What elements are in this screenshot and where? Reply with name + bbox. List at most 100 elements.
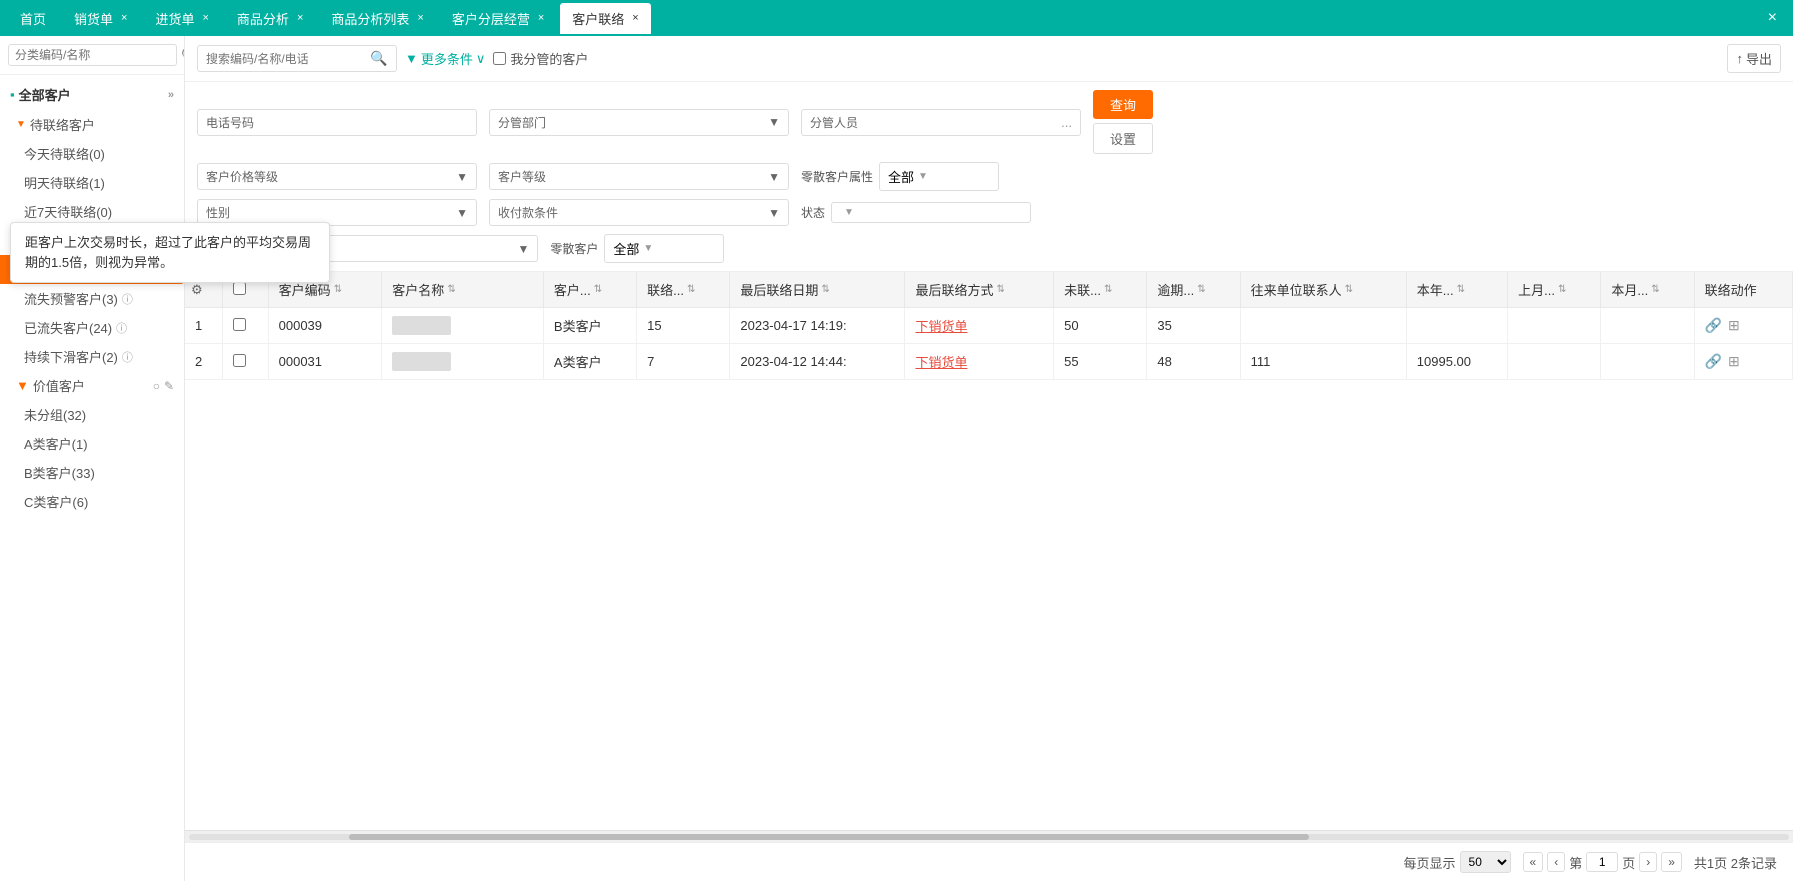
last-page-btn[interactable]: » — [1661, 852, 1682, 872]
th-last-date[interactable]: 最后联络日期 ⇅ — [730, 272, 905, 308]
cell-method-1[interactable]: 下销货单 — [905, 308, 1054, 344]
nav-close-customer-contact[interactable]: × — [632, 12, 638, 24]
sidebar-item-today[interactable]: 今天待联络(0) — [0, 139, 184, 168]
th-last-month[interactable]: 上月... ⇅ — [1508, 272, 1601, 308]
cell-action-2: 🔗 ⊞ — [1694, 344, 1792, 380]
sidebar-item-churned[interactable]: 已流失客户(24) ⓘ — [0, 313, 184, 342]
nav-customer-contact[interactable]: 客户联络 × — [560, 3, 650, 34]
th-name[interactable]: 客户名称 ⇅ — [382, 272, 544, 308]
th-current-month[interactable]: 本月... ⇅ — [1601, 272, 1694, 308]
dropdown-retail-attr[interactable]: 全部 ▼ — [879, 162, 999, 191]
nav-close-sales[interactable]: × — [121, 12, 127, 24]
th-action: 联络动作 — [1694, 272, 1792, 308]
sidebar-item-c-class[interactable]: C类客户(6) — [0, 487, 184, 516]
window-close-btn[interactable]: × — [1760, 5, 1785, 31]
th-company-contact[interactable]: 往来单位联系人 ⇅ — [1240, 272, 1406, 308]
filter-customer-grade[interactable]: 客户等级 ▼ — [489, 163, 789, 190]
manager-input[interactable] — [862, 115, 1057, 129]
nav-close-purchase[interactable]: × — [202, 12, 208, 24]
scroll-thumb[interactable] — [349, 834, 1309, 840]
th-overdue[interactable]: 逾期... ⇅ — [1147, 272, 1240, 308]
sidebar-value-customers-header[interactable]: ▼ 价值客户 ○ ✎ — [0, 371, 184, 400]
select-all-checkbox[interactable] — [233, 282, 246, 295]
nav-close-product-list[interactable]: × — [417, 12, 423, 24]
nav-sales[interactable]: 销货单 × — [62, 3, 139, 34]
sidebar-group-pending[interactable]: ▼ 待联络客户 — [0, 110, 184, 139]
th-current-year[interactable]: 本年... ⇅ — [1406, 272, 1507, 308]
more-conditions-btn[interactable]: ▼ 更多条件 ∨ — [405, 49, 485, 68]
sidebar-item-declining[interactable]: 持续下滑客户(2) ⓘ — [0, 342, 184, 371]
nav-home[interactable]: 首页 — [8, 3, 58, 34]
export-btn[interactable]: ↑ 导出 — [1727, 44, 1781, 73]
sort-icon-code[interactable]: ⇅ — [334, 284, 342, 295]
th-no-contact[interactable]: 未联... ⇅ — [1054, 272, 1147, 308]
settings-icon[interactable]: ⚙ — [191, 282, 203, 297]
sidebar-search-input[interactable] — [8, 44, 177, 66]
settings-btn[interactable]: 设置 — [1093, 123, 1153, 154]
filter-dept[interactable]: 分管部门 ▼ — [489, 109, 789, 136]
first-page-btn[interactable]: « — [1523, 852, 1544, 872]
search-input[interactable] — [206, 52, 366, 66]
sort-icon-overdue[interactable]: ⇅ — [1197, 284, 1205, 295]
phone-input[interactable] — [258, 115, 468, 129]
my-customers-checkbox[interactable] — [493, 52, 506, 65]
nav-customer-segment[interactable]: 客户分层经营 × — [440, 3, 556, 34]
cell-check-1[interactable] — [222, 308, 268, 344]
page-number-input[interactable] — [1586, 852, 1618, 872]
circle-icon[interactable]: ○ — [153, 379, 160, 393]
sort-icon-name[interactable]: ⇅ — [447, 284, 455, 295]
sort-icon-no-contact[interactable]: ⇅ — [1104, 284, 1112, 295]
sort-icon-company[interactable]: ⇅ — [1345, 284, 1353, 295]
grid-icon-2[interactable]: ⊞ — [1728, 353, 1740, 370]
nav-close-customer-segment[interactable]: × — [538, 12, 544, 24]
filter-manager[interactable]: 分管人员 ... — [801, 109, 1081, 136]
sort-icon-grade[interactable]: ⇅ — [594, 284, 602, 295]
sidebar-item-ungroup[interactable]: 未分组(32) — [0, 400, 184, 429]
sort-icon-year[interactable]: ⇅ — [1457, 284, 1465, 295]
dropdown-arrow-status: ▼ — [844, 207, 854, 218]
row1-checkbox[interactable] — [233, 318, 246, 331]
nav-purchase[interactable]: 进货单 × — [143, 3, 220, 34]
all-customers-header[interactable]: ▪ 全部客户 » — [0, 79, 184, 110]
cell-code-2: 000031 — [268, 344, 382, 380]
cell-method-2[interactable]: 下销货单 — [905, 344, 1054, 380]
sort-icon-method[interactable]: ⇅ — [996, 284, 1004, 295]
cell-check-2[interactable] — [222, 344, 268, 380]
avatar-2: ██ — [392, 352, 450, 371]
th-contact-count[interactable]: 联络... ⇅ — [637, 272, 730, 308]
nav-close-product-analysis[interactable]: × — [297, 12, 303, 24]
next-page-btn[interactable]: › — [1639, 852, 1657, 872]
filter-payment[interactable]: 收付款条件 ▼ — [489, 199, 789, 226]
search-icon[interactable]: 🔍 — [370, 50, 387, 67]
collapse-sidebar-icon[interactable]: » — [168, 89, 174, 101]
sort-icon-date[interactable]: ⇅ — [821, 284, 829, 295]
nav-product-list[interactable]: 商品分析列表 × — [319, 3, 435, 34]
dropdown-status[interactable]: ▼ — [831, 202, 1031, 223]
sidebar-item-churn-warning[interactable]: 流失预警客户(3) ⓘ — [0, 284, 184, 313]
link-icon-1[interactable]: 🔗 — [1705, 317, 1722, 334]
my-customers-checkbox-label[interactable]: 我分管的客户 — [493, 49, 588, 68]
th-last-method[interactable]: 最后联络方式 ⇅ — [905, 272, 1054, 308]
nav-product-analysis[interactable]: 商品分析 × — [225, 3, 315, 34]
row2-checkbox[interactable] — [233, 354, 246, 367]
sort-icon-contact[interactable]: ⇅ — [687, 284, 695, 295]
query-btn[interactable]: 查询 — [1093, 90, 1153, 119]
sort-icon-last-month[interactable]: ⇅ — [1558, 284, 1566, 295]
grid-icon-1[interactable]: ⊞ — [1728, 317, 1740, 334]
sidebar-item-a-class[interactable]: A类客户(1) — [0, 429, 184, 458]
table-area[interactable]: ⚙ 客户编码 ⇅ 客户名称 — [185, 272, 1793, 830]
filter-price-grade[interactable]: 客户价格等级 ▼ — [197, 163, 477, 190]
edit-icon[interactable]: ✎ — [164, 379, 174, 393]
sidebar-item-tomorrow[interactable]: 明天待联络(1) — [0, 168, 184, 197]
filter-phone[interactable]: 电话号码 — [197, 109, 477, 136]
dropdown-retail-customer[interactable]: 全部 ▼ — [604, 234, 724, 263]
prev-page-btn[interactable]: ‹ — [1547, 852, 1565, 872]
sort-icon-month[interactable]: ⇅ — [1651, 284, 1659, 295]
link-icon-2[interactable]: 🔗 — [1705, 353, 1722, 370]
ellipsis-icon[interactable]: ... — [1061, 115, 1072, 130]
th-grade[interactable]: 客户... ⇅ — [543, 272, 636, 308]
horizontal-scrollbar[interactable] — [185, 830, 1793, 842]
sidebar-item-b-class[interactable]: B类客户(33) — [0, 458, 184, 487]
page-size-dropdown[interactable]: 50 20 100 — [1460, 851, 1511, 873]
scroll-track[interactable] — [189, 834, 1789, 840]
